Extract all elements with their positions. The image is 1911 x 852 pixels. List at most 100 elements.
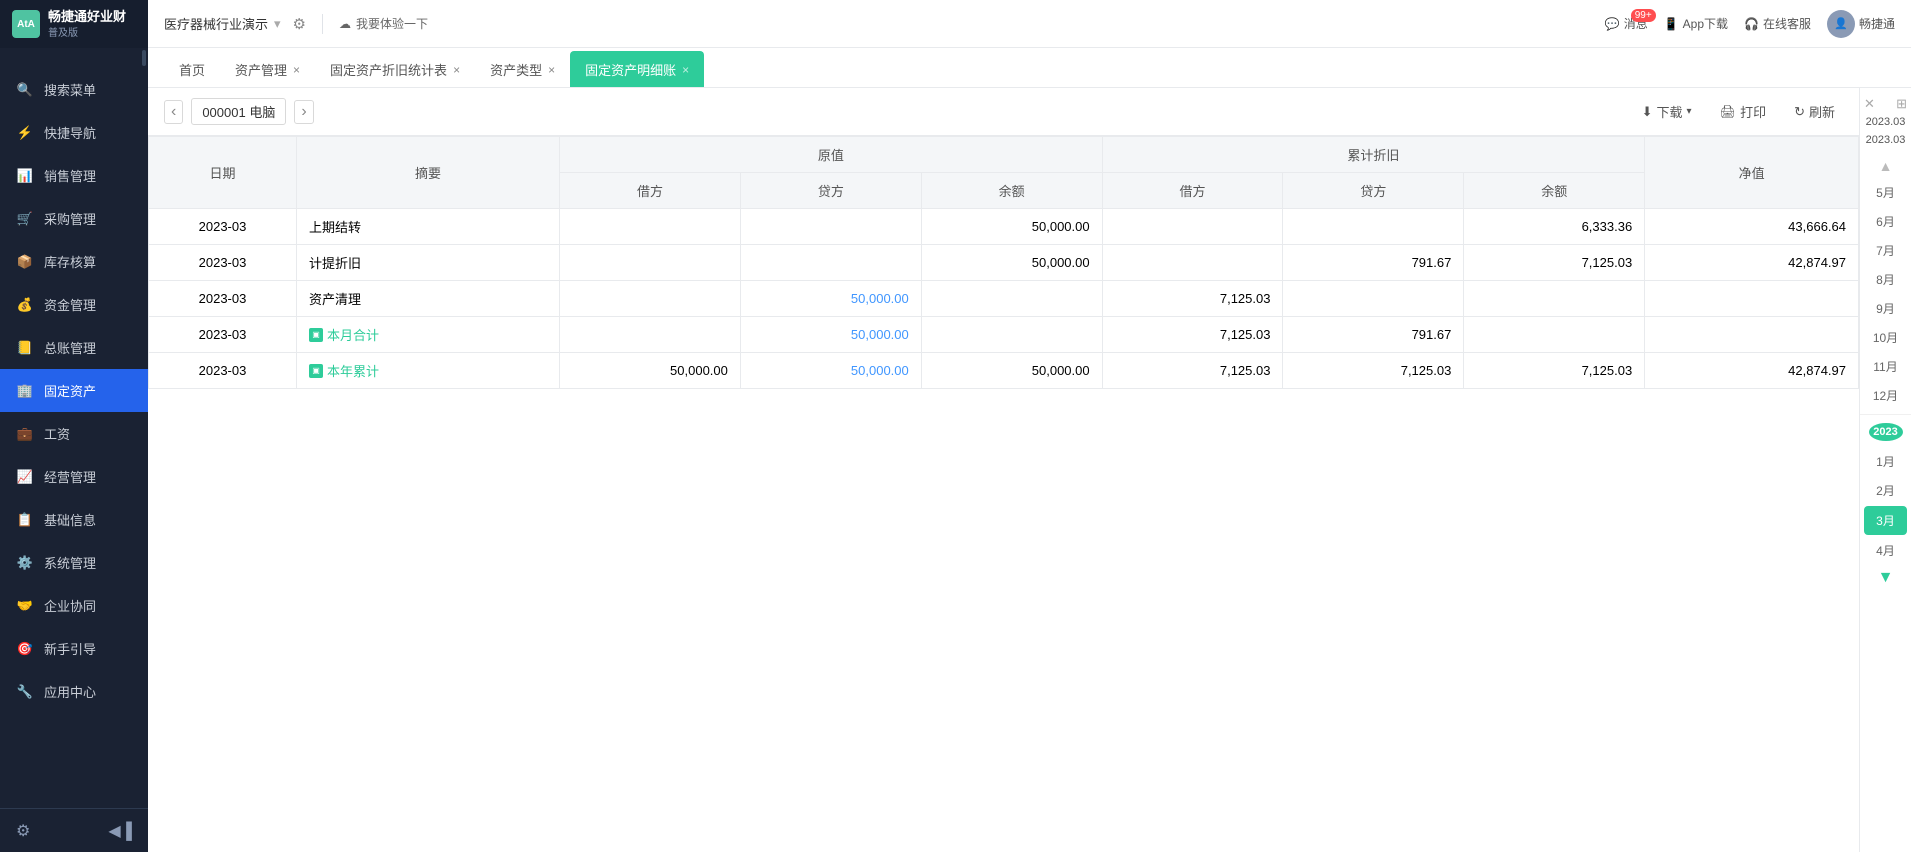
payroll-icon: 💼 [16,425,34,443]
tab-asset-type-label: 资产类型 [490,60,542,79]
sidebar-footer: ⚙ ◀▐ [0,808,148,852]
avatar-icon: 👤 [1834,17,1848,30]
right-nav-month-8[interactable]: 8月 [1860,265,1911,294]
right-nav-month-2[interactable]: 2月 [1860,476,1911,505]
right-nav-month-12[interactable]: 12月 [1860,381,1911,410]
sidebar-item-app-center[interactable]: 🔧 应用中心 [0,670,148,713]
cell-acc-credit [1283,209,1464,245]
tab-close-icon[interactable]: × [682,63,689,77]
cell-orig-credit: 50,000.00 [740,281,921,317]
gear-icon: ⚙️ [16,554,34,572]
cell-acc-balance: 6,333.36 [1464,209,1645,245]
cell-net-value: 43,666.64 [1645,209,1859,245]
right-nav-up-arrow[interactable]: ▲ [1860,154,1911,178]
avatar: 👤 [1827,10,1855,38]
right-nav-month-5[interactable]: 5月 [1860,178,1911,207]
app-download-button[interactable]: 📱 App下载 [1664,15,1728,32]
table-row: 2023-03 ▣ 本年累计 50,000.00 50,000.00 50,00… [149,353,1859,389]
tab-home[interactable]: 首页 [164,51,220,87]
month-tag-icon: ▣ [309,328,323,342]
right-nav-month-6[interactable]: 6月 [1860,207,1911,236]
sidebar-item-inventory[interactable]: 📦 库存核算 [0,240,148,283]
right-nav-year-2023: 2023 [1860,414,1911,447]
message-button[interactable]: 💬 消息 99+ [1605,15,1648,32]
right-nav-month-4[interactable]: 4月 [1860,536,1911,565]
tab-asset-detail[interactable]: 固定资产明细账 × [570,51,704,87]
content-area: ‹ 000001 电脑 › ⬇ 下载 ▾ 🖨 打印 ↻ [148,88,1911,852]
sidebar-item-guide[interactable]: 🎯 新手引导 [0,627,148,670]
collapse-icon[interactable]: ◀▐ [108,821,132,841]
cell-date: 2023-03 [149,281,297,317]
right-nav-month-9[interactable]: 9月 [1860,294,1911,323]
year-badge-2023: 2023 [1869,423,1903,441]
print-button[interactable]: 🖨 打印 [1712,98,1775,125]
tab-close-icon[interactable]: × [293,63,300,77]
right-nav-month-10[interactable]: 10月 [1860,323,1911,352]
cell-orig-credit: 50,000.00 [740,317,921,353]
tab-close-icon[interactable]: × [453,63,460,77]
panel-expand-icon[interactable]: ⊞ [1896,96,1907,112]
phone-icon: 📱 [1664,17,1679,31]
sidebar-item-system[interactable]: ⚙️ 系统管理 [0,541,148,584]
cell-summary: 上期结转 [296,209,559,245]
company-selector[interactable]: 医疗器械行业演示 ▾ [164,14,281,33]
customer-service-button[interactable]: 🎧 在线客服 [1744,15,1811,32]
th-orig-credit: 贷方 [740,173,921,209]
sidebar-item-sales[interactable]: 📊 销售管理 [0,154,148,197]
tab-depreciation-table[interactable]: 固定资产折旧统计表 × [315,51,475,87]
sidebar-item-capital[interactable]: 💰 资金管理 [0,283,148,326]
cell-net-value [1645,317,1859,353]
download-dropdown-icon: ▾ [1687,106,1692,117]
cell-orig-balance [921,281,1102,317]
right-nav-down-arrow[interactable]: ▼ [1860,565,1911,591]
th-acc-balance: 余额 [1464,173,1645,209]
cell-orig-debit [560,245,741,281]
th-summary: 摘要 [296,137,559,209]
th-acc-credit: 贷方 [1283,173,1464,209]
cell-orig-debit [560,317,741,353]
right-nav-month-7[interactable]: 7月 [1860,236,1911,265]
table-row: 2023-03 ▣ 本月合计 50,000.00 7,125.03 [149,317,1859,353]
cell-summary: 资产清理 [296,281,559,317]
cell-orig-balance [921,317,1102,353]
sidebar-item-basic-info[interactable]: 📋 基础信息 [0,498,148,541]
download-button[interactable]: ⬇ 下载 ▾ [1634,98,1700,125]
sidebar-item-quick-nav[interactable]: ⚡ 快捷导航 [0,111,148,154]
right-nav-month-11[interactable]: 11月 [1860,352,1911,381]
sidebar-item-ledger[interactable]: 📒 总账管理 [0,326,148,369]
sidebar-item-search[interactable]: 🔍 搜索菜单 [0,68,148,111]
tab-asset-type[interactable]: 资产类型 × [475,51,570,87]
panel-close-icon[interactable]: ✕ [1864,96,1875,112]
cell-acc-credit: 7,125.03 [1283,353,1464,389]
message-badge: 99+ [1631,9,1656,22]
settings-footer-icon[interactable]: ⚙ [16,821,30,841]
sidebar-item-fixed-assets[interactable]: 🏢 固定资产 [0,369,148,412]
tab-asset-management[interactable]: 资产管理 × [220,51,315,87]
print-icon: 🖨 [1720,104,1737,120]
th-orig-debit: 借方 [560,173,741,209]
sidebar-item-cooperation[interactable]: 🤝 企业协同 [0,584,148,627]
lightning-icon: ⚡ [16,124,34,142]
user-menu[interactable]: 👤 畅捷通 [1827,10,1895,38]
next-asset-button[interactable]: › [294,100,313,124]
sidebar-item-operations[interactable]: 📈 经营管理 [0,455,148,498]
right-nav-month-1[interactable]: 1月 [1860,447,1911,476]
cell-net-value: 42,874.97 [1645,353,1859,389]
refresh-button[interactable]: ↻ 刷新 [1786,98,1843,125]
experience-button[interactable]: ☁ 我要体验一下 [339,15,428,32]
right-nav-date-2: 2023.03 [1860,132,1911,154]
tab-close-icon[interactable]: × [548,63,555,77]
cloud-icon: ☁ [339,17,351,31]
topbar-right: 💬 消息 99+ 📱 App下载 🎧 在线客服 👤 畅捷通 [1605,10,1895,38]
cell-acc-balance: 7,125.03 [1464,353,1645,389]
cell-acc-credit [1283,281,1464,317]
cell-orig-balance: 50,000.00 [921,209,1102,245]
sidebar-item-payroll[interactable]: 💼 工资 [0,412,148,455]
sidebar-brand: 畅捷通好业财 普及版 [48,9,126,40]
settings-icon[interactable]: ⚙ [293,15,306,33]
sidebar-item-purchase[interactable]: 🛒 采购管理 [0,197,148,240]
prev-asset-button[interactable]: ‹ [164,100,183,124]
cell-net-value [1645,281,1859,317]
right-nav-month-3[interactable]: 3月 [1864,506,1907,535]
cell-acc-debit [1102,245,1283,281]
